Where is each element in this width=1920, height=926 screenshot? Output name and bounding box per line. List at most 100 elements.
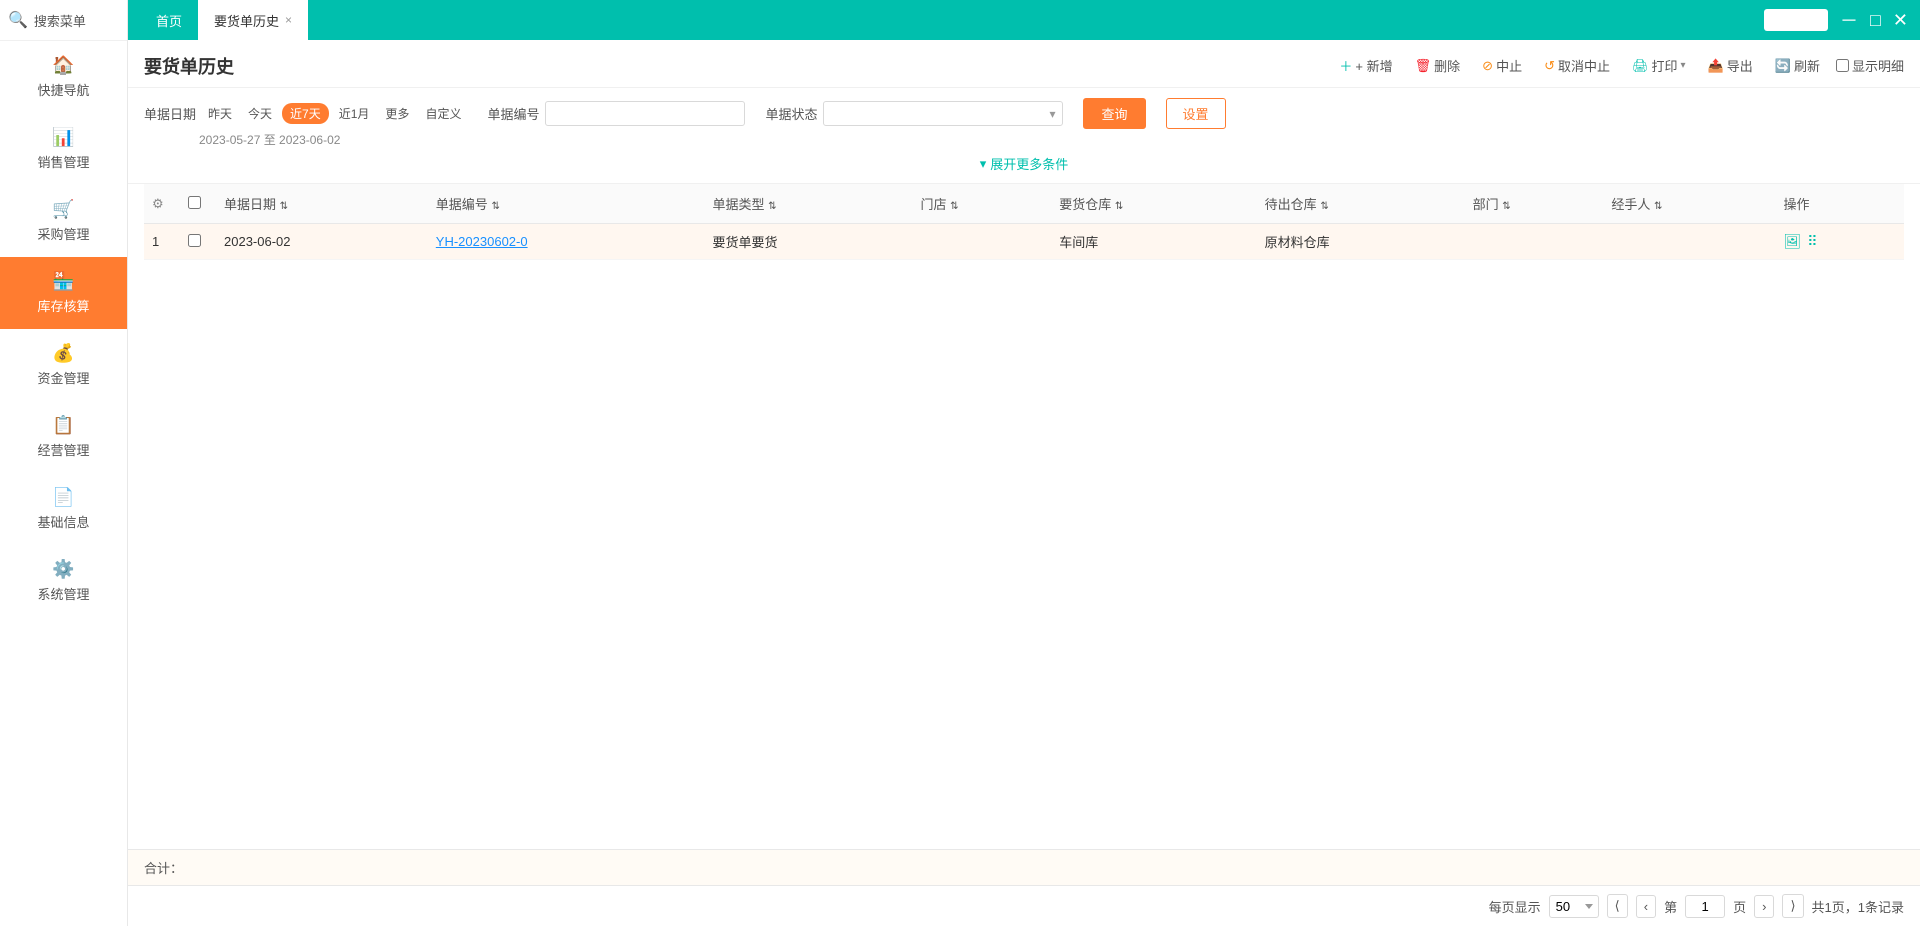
th-handler[interactable]: 经手人 ⇅ xyxy=(1603,184,1775,224)
query-button[interactable]: 查询 xyxy=(1083,98,1145,129)
sidebar-item-finance[interactable]: 💰 资金管理 xyxy=(0,329,127,401)
sort-number-icon: ⇅ xyxy=(491,201,499,212)
first-page-button[interactable]: ⟨ xyxy=(1607,894,1628,918)
prev-page-button[interactable]: ‹ xyxy=(1636,895,1656,918)
sidebar-item-inventory[interactable]: 🏪 库存核算 xyxy=(0,257,127,329)
per-page-select[interactable]: 50 10 20 100 xyxy=(1549,895,1599,918)
sidebar-item-operations[interactable]: 📋 经营管理 xyxy=(0,401,127,473)
th-department[interactable]: 部门 ⇅ xyxy=(1465,184,1604,224)
th-pending-warehouse-label: 待出仓库 xyxy=(1265,197,1317,212)
cancel-stop-icon: ↺ xyxy=(1544,58,1555,74)
export-button[interactable]: 📤 导出 xyxy=(1702,52,1759,79)
sidebar-item-purchase-label: 采购管理 xyxy=(37,224,89,243)
expand-more-label: 展开更多条件 xyxy=(990,154,1068,173)
print-button[interactable]: 🖨 打印 ▾ xyxy=(1626,52,1692,79)
pagination: 每页显示 50 10 20 100 ⟨ ‹ 第 页 › ⟩ 共1页，1条记录 xyxy=(128,885,1920,926)
delete-button[interactable]: 🗑 删除 xyxy=(1409,52,1467,79)
shortcut-today[interactable]: 今天 xyxy=(242,103,278,124)
th-req-warehouse[interactable]: 要货仓库 ⇅ xyxy=(1051,184,1256,224)
sidebar-item-operations-label: 经营管理 xyxy=(37,440,89,459)
home-icon: 🏠 xyxy=(52,55,74,76)
data-table: ⚙ 单据日期 ⇅ 单据编号 ⇅ 单据类型 ⇅ xyxy=(144,184,1904,260)
add-icon: ＋ xyxy=(1339,56,1352,75)
sort-dept-icon: ⇅ xyxy=(1502,201,1510,212)
next-page-button[interactable]: › xyxy=(1754,895,1774,918)
sidebar: 🔍 搜索菜单 🏠 快捷导航 📊 销售管理 🛒 采购管理 🏪 库存核算 💰 资金管… xyxy=(0,0,128,926)
print-dropdown-icon: ▾ xyxy=(1681,60,1686,71)
page-header: 要货单历史 ＋ + 新增 🗑 删除 ⊘ 中止 ↺ 取消中止 xyxy=(128,40,1920,88)
basic-icon: 📄 xyxy=(52,487,74,508)
th-settings[interactable]: ⚙ xyxy=(144,184,180,224)
row-checkbox[interactable] xyxy=(188,234,201,247)
filter-date: 单据日期 昨天 今天 近7天 近1月 更多 自定义 xyxy=(144,103,467,124)
shortcut-yesterday[interactable]: 昨天 xyxy=(202,103,238,124)
add-button[interactable]: ＋ + 新增 xyxy=(1333,52,1398,79)
sidebar-item-basic-label: 基础信息 xyxy=(37,512,89,531)
sidebar-item-home[interactable]: 🏠 快捷导航 xyxy=(0,41,127,113)
tab-home[interactable]: 首页 xyxy=(140,0,198,40)
page-number-input[interactable] xyxy=(1685,895,1725,918)
page-label: 第 xyxy=(1664,897,1677,916)
td-index: 1 xyxy=(144,224,180,260)
main-area: 首页 要货单历史 × OfTEn － □ ✕ 要货单历史 ＋ + 新增 🗑 xyxy=(128,0,1920,926)
last-page-button[interactable]: ⟩ xyxy=(1782,894,1803,918)
th-date[interactable]: 单据日期 ⇅ xyxy=(216,184,428,224)
date-range-text: 2023-05-27 至 2023-06-02 xyxy=(199,133,340,147)
display-detail-checkbox[interactable] xyxy=(1836,59,1849,72)
filter-status: 单据状态 ▾ xyxy=(765,101,1063,126)
shortcut-last-month[interactable]: 近1月 xyxy=(333,103,376,124)
setting-button[interactable]: 设置 xyxy=(1166,98,1226,129)
filter-row-1: 单据日期 昨天 今天 近7天 近1月 更多 自定义 单据编号 xyxy=(144,98,1904,129)
th-action: 操作 xyxy=(1775,184,1904,224)
sales-icon: 📊 xyxy=(52,127,74,148)
sidebar-item-sales[interactable]: 📊 销售管理 xyxy=(0,113,127,185)
doc-number-input[interactable] xyxy=(545,101,745,126)
total-info: 共1页，1条记录 xyxy=(1812,897,1904,916)
stop-button[interactable]: ⊘ 中止 xyxy=(1476,52,1528,79)
refresh-icon: 🔄 xyxy=(1775,58,1791,74)
td-checkbox[interactable] xyxy=(180,224,216,260)
display-detail-toggle[interactable]: 显示明细 xyxy=(1836,56,1904,75)
th-number[interactable]: 单据编号 ⇅ xyxy=(428,184,705,224)
print-icon: 🖨 xyxy=(1632,58,1649,74)
th-handler-label: 经手人 xyxy=(1611,197,1650,212)
content-area: 要货单历史 ＋ + 新增 🗑 删除 ⊘ 中止 ↺ 取消中止 xyxy=(128,40,1920,926)
search-menu[interactable]: 🔍 搜索菜单 xyxy=(0,0,127,41)
stop-icon: ⊘ xyxy=(1482,58,1493,74)
sidebar-item-sales-label: 销售管理 xyxy=(37,152,89,171)
th-store[interactable]: 门店 ⇅ xyxy=(913,184,1052,224)
more-action-icon[interactable]: ⠿ xyxy=(1807,233,1817,250)
sidebar-item-system[interactable]: ⚙️ 系统管理 xyxy=(0,545,127,617)
sidebar-item-finance-label: 资金管理 xyxy=(37,368,89,387)
sidebar-item-purchase[interactable]: 🛒 采购管理 xyxy=(0,185,127,257)
tab-close-icon[interactable]: × xyxy=(285,13,292,27)
column-settings-icon[interactable]: ⚙ xyxy=(152,196,164,211)
doc-number-link[interactable]: YH-20230602-0 xyxy=(436,234,528,249)
shortcut-custom[interactable]: 自定义 xyxy=(419,103,467,124)
refresh-button[interactable]: 🔄 刷新 xyxy=(1769,52,1826,79)
sidebar-item-basic[interactable]: 📄 基础信息 xyxy=(0,473,127,545)
sidebar-item-system-label: 系统管理 xyxy=(37,584,89,603)
th-checkbox xyxy=(180,184,216,224)
table-row: 1 2023-06-02 YH-20230602-0 要货单要货 车间库 原材料… xyxy=(144,224,1904,260)
topbar-right: OfTEn － □ ✕ xyxy=(1764,7,1908,33)
table-body: 1 2023-06-02 YH-20230602-0 要货单要货 车间库 原材料… xyxy=(144,224,1904,260)
close-icon[interactable]: ✕ xyxy=(1893,10,1908,31)
footer-total: 合计： xyxy=(128,849,1920,885)
th-pending-warehouse[interactable]: 待出仓库 ⇅ xyxy=(1257,184,1465,224)
shortcut-last7[interactable]: 近7天 xyxy=(282,103,329,124)
status-input[interactable] xyxy=(823,101,1063,126)
cancel-stop-button[interactable]: ↺ 取消中止 xyxy=(1538,52,1616,79)
total-label: 合计： xyxy=(144,861,183,876)
th-type[interactable]: 单据类型 ⇅ xyxy=(705,184,913,224)
select-all-checkbox[interactable] xyxy=(188,196,201,209)
system-icon: ⚙️ xyxy=(52,559,74,580)
maximize-icon[interactable]: □ xyxy=(1870,10,1881,31)
shortcut-more[interactable]: 更多 xyxy=(379,103,415,124)
minimize-icon[interactable]: － xyxy=(1840,7,1858,33)
sort-req-icon: ⇅ xyxy=(1115,201,1123,212)
tab-active[interactable]: 要货单历史 × xyxy=(198,0,308,40)
expand-more-btn[interactable]: ▾ 展开更多条件 xyxy=(144,154,1904,173)
view-action-icon[interactable]: 🖼 xyxy=(1783,233,1801,250)
status-dropdown-icon[interactable]: ▾ xyxy=(1049,107,1055,121)
